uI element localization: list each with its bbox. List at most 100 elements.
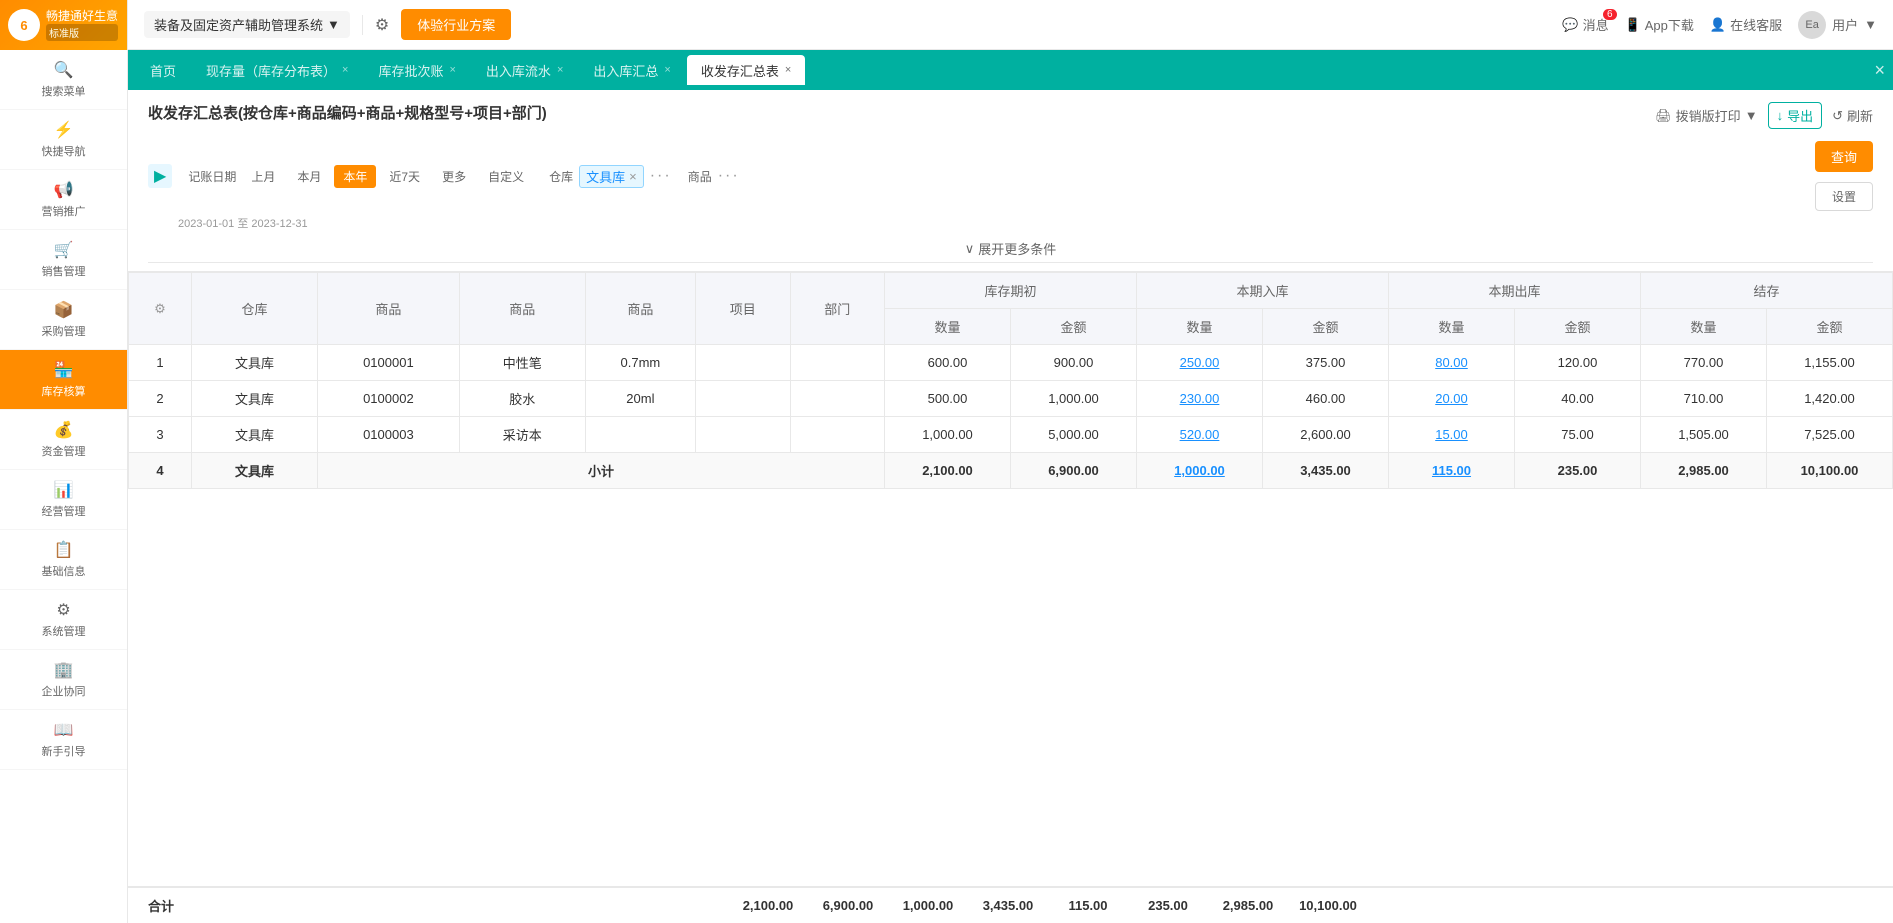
tab-inout-flow[interactable]: 出入库流水 ×	[472, 55, 577, 85]
print-button[interactable]: 🖨 拨销版打印 ▼	[1655, 106, 1757, 125]
experience-button[interactable]: 体验行业方案	[401, 9, 511, 40]
warehouse-tag-close[interactable]: ×	[629, 169, 637, 184]
sidebar-item-label: 库存核算	[42, 383, 86, 399]
search-icon: 🔍	[54, 60, 74, 80]
gear-icon[interactable]: ⚙	[375, 15, 389, 35]
date-btn-more[interactable]: 更多	[433, 165, 475, 188]
subtotal-init-qty: 2,100.00	[885, 453, 1011, 489]
subtotal-out-qty[interactable]: 115.00	[1389, 453, 1515, 489]
sidebar-item-search[interactable]: 🔍 搜索菜单	[0, 50, 127, 110]
sidebar-item-label: 快捷导航	[42, 143, 86, 159]
row-out-qty[interactable]: 80.00	[1389, 345, 1515, 381]
sidebar-item-label: 资金管理	[42, 443, 86, 459]
tab-inout-summary[interactable]: 出入库汇总 ×	[579, 55, 684, 85]
tab-batch-close[interactable]: ×	[449, 64, 455, 76]
sidebar-item-basic-info[interactable]: 📋 基础信息	[0, 530, 127, 590]
sales-icon: 🛒	[54, 240, 74, 260]
gear-area: ⚙	[375, 15, 389, 35]
row-out-qty[interactable]: 15.00	[1389, 417, 1515, 453]
row-in-qty[interactable]: 230.00	[1137, 381, 1263, 417]
row-init-qty: 600.00	[885, 345, 1011, 381]
warehouse-tag: 文具库 ×	[579, 165, 644, 188]
goods-more-icon[interactable]: ···	[718, 167, 740, 185]
row-name: 采访本	[459, 417, 585, 453]
refresh-button[interactable]: ↺ 刷新	[1832, 106, 1873, 125]
row-in-qty[interactable]: 520.00	[1137, 417, 1263, 453]
quick-nav-icon: ⚡	[54, 120, 74, 140]
tab-inout-flow-close[interactable]: ×	[557, 64, 563, 76]
total-footer: 合计 2,100.00 6,900.00 1,000.00 3,435.00 1…	[128, 886, 1893, 923]
tab-stock-dist-close[interactable]: ×	[342, 64, 348, 76]
subtotal-bal-qty: 2,985.00	[1641, 453, 1767, 489]
sidebar-item-label: 系统管理	[42, 623, 86, 639]
row-name: 中性笔	[459, 345, 585, 381]
online-service-action[interactable]: 👤 在线客服	[1710, 15, 1782, 34]
total-in-qty: 1,000.00	[888, 898, 968, 913]
sidebar-item-marketing[interactable]: 📢 营销推广	[0, 170, 127, 230]
row-spec: 20ml	[585, 381, 695, 417]
sidebar-item-enterprise[interactable]: 🏢 企业协同	[0, 650, 127, 710]
system-selector[interactable]: 装备及固定资产辅助管理系统 ▼	[144, 11, 350, 38]
tab-recv-send-summary[interactable]: 收发存汇总表 ×	[687, 55, 805, 85]
app-download-action[interactable]: 📱 App下载	[1625, 15, 1694, 34]
sidebar-item-label: 搜索菜单	[42, 83, 86, 99]
tab-batch-label: 库存批次账	[378, 61, 443, 80]
tab-inout-summary-label: 出入库汇总	[593, 61, 658, 80]
inventory-icon: 🏪	[54, 360, 74, 380]
close-all-tabs[interactable]: ×	[1874, 60, 1885, 81]
date-btn-7days[interactable]: 近7天	[380, 165, 429, 188]
row-in-amt: 2,600.00	[1263, 417, 1389, 453]
row-code: 0100001	[318, 345, 460, 381]
sidebar-item-purchase[interactable]: 📦 采购管理	[0, 290, 127, 350]
table-settings-header[interactable]: ⚙	[129, 273, 192, 345]
sidebar-item-inventory[interactable]: 🏪 库存核算	[0, 350, 127, 410]
warehouse-more-icon[interactable]: ···	[650, 167, 672, 185]
tab-batch[interactable]: 库存批次账 ×	[364, 55, 469, 85]
query-button[interactable]: 查询	[1815, 141, 1873, 172]
row-out-qty[interactable]: 20.00	[1389, 381, 1515, 417]
row-in-qty[interactable]: 250.00	[1137, 345, 1263, 381]
tab-stock-dist[interactable]: 现存量（库存分布表） ×	[192, 55, 362, 85]
col-header-init-amt: 金额	[1011, 309, 1137, 345]
sidebar-logo: 6 畅捷通好生意 标准版	[0, 0, 127, 50]
subtotal-row: 4 文具库 小计 2,100.00 6,900.00 1,000.00 3,43…	[129, 453, 1893, 489]
page-header-inner: 收发存汇总表(按仓库+商品编码+商品+规格型号+项目+部门) 🖨 拨销版打印 ▼…	[148, 102, 1873, 133]
col-header-in-amt: 金额	[1263, 309, 1389, 345]
date-btn-custom[interactable]: 自定义	[479, 165, 533, 188]
expand-arrow-icon[interactable]: ▶	[148, 164, 172, 188]
col-header-project: 项目	[696, 273, 791, 345]
date-btn-this-year[interactable]: 本年	[334, 165, 376, 188]
message-action[interactable]: 💬 消息 6	[1562, 15, 1608, 34]
data-table: ⚙ 仓库 商品 商品 商品 项目 部门 库存期初 本期入库 本期出库 结存 数量	[128, 272, 1893, 489]
row-project	[696, 381, 791, 417]
settings-button[interactable]: 设置	[1815, 182, 1873, 211]
tab-home[interactable]: 首页	[136, 55, 190, 85]
sidebar-item-quick-nav[interactable]: ⚡ 快捷导航	[0, 110, 127, 170]
date-btn-last-month[interactable]: 上月	[242, 165, 284, 188]
export-button[interactable]: ↓ 导出	[1768, 102, 1823, 129]
subtotal-in-amt: 3,435.00	[1263, 453, 1389, 489]
date-btn-this-month[interactable]: 本月	[288, 165, 330, 188]
warehouse-tag-value: 文具库	[586, 167, 625, 186]
row-init-qty: 500.00	[885, 381, 1011, 417]
subtotal-in-qty[interactable]: 1,000.00	[1137, 453, 1263, 489]
chevron-down-icon: ▼	[327, 17, 340, 32]
tab-recv-send-summary-label: 收发存汇总表	[701, 61, 779, 80]
sidebar-item-sales[interactable]: 🛒 销售管理	[0, 230, 127, 290]
expand-more-conditions[interactable]: ∨ 展开更多条件	[148, 239, 1873, 258]
sidebar-item-finance[interactable]: 💰 资金管理	[0, 410, 127, 470]
row-init-amt: 5,000.00	[1011, 417, 1137, 453]
user-chevron-icon: ▼	[1864, 17, 1877, 32]
sidebar-item-guide[interactable]: 📖 新手引导	[0, 710, 127, 770]
col-header-dept: 部门	[790, 273, 885, 345]
sidebar-item-operation[interactable]: 📊 经营管理	[0, 470, 127, 530]
tab-recv-send-summary-close[interactable]: ×	[785, 64, 791, 76]
col-header-balance: 结存	[1641, 273, 1893, 309]
marketing-icon: 📢	[54, 180, 74, 200]
user-menu[interactable]: Ea 用户 ▼	[1798, 11, 1877, 39]
sidebar-item-system[interactable]: ⚙ 系统管理	[0, 590, 127, 650]
row-num: 2	[129, 381, 192, 417]
row-spec	[585, 417, 695, 453]
tab-inout-summary-close[interactable]: ×	[664, 64, 670, 76]
row-out-amt: 75.00	[1515, 417, 1641, 453]
